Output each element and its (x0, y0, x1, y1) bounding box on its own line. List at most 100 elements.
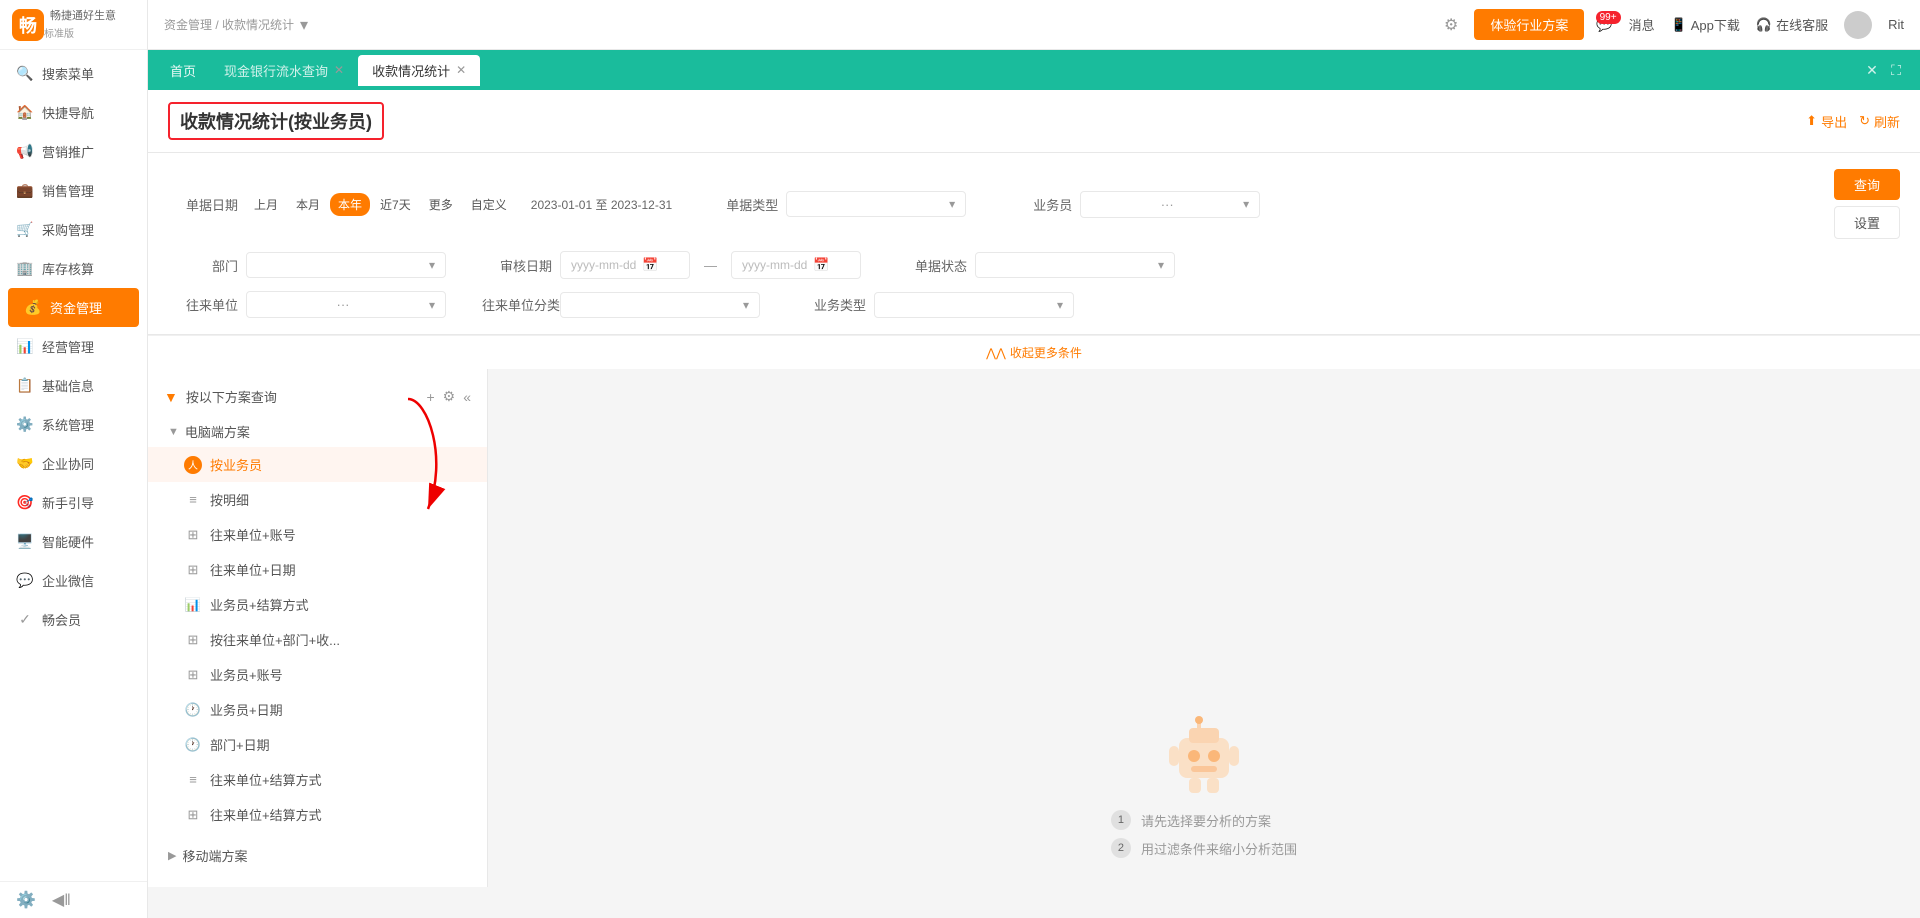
salesman-item-icon: 人 (184, 456, 202, 474)
department-dropdown[interactable]: ▾ (246, 252, 446, 278)
tree-item-customer-account[interactable]: ⊞ 往来单位+账号 (148, 517, 487, 552)
tree-item-by-detail[interactable]: ≡ 按明细 (148, 482, 487, 517)
customer-classify-dropdown[interactable]: ▾ (560, 292, 760, 318)
tab-home[interactable]: 首页 (156, 55, 210, 86)
panel-gear-icon[interactable]: ⚙ (443, 388, 456, 405)
export-button[interactable]: ⬆ 导出 (1806, 112, 1847, 131)
customer-account-icon: ⊞ (184, 526, 202, 544)
tree-item-salesman-date[interactable]: 🕐 业务员+日期 (148, 692, 487, 727)
logo-text: 畅捷通好生意 (50, 9, 116, 23)
home-icon: 🏠 (16, 104, 34, 122)
review-date-from[interactable]: yyyy-mm-dd 📅 (560, 251, 690, 279)
tree-item-by-salesman[interactable]: 人 按业务员 (148, 447, 487, 482)
panel-add-icon[interactable]: + (426, 389, 434, 405)
tree-group-pc-title[interactable]: ▼ 电脑端方案 (148, 416, 487, 447)
voucher-type-dropdown[interactable]: ▾ (786, 191, 966, 217)
voucher-type-arrow-icon: ▾ (949, 197, 955, 211)
nav-member[interactable]: ✓ 畅会员 (0, 600, 147, 639)
nav-sales[interactable]: 💼 销售管理 (0, 171, 147, 210)
tab2-close-icon[interactable]: ✕ (456, 63, 466, 77)
tab-bank-flow[interactable]: 现金银行流水查询 ✕ (210, 55, 358, 86)
date-tab-last-month[interactable]: 上月 (246, 193, 286, 216)
megaphone-icon: 📢 (16, 143, 34, 161)
dept-date-icon: 🕐 (184, 736, 202, 754)
filter-voucher-type: 单据类型 ▾ (708, 191, 966, 217)
tab1-close-icon[interactable]: ✕ (334, 63, 344, 77)
collapse-sidebar-icon[interactable]: ◀‖ (52, 890, 71, 910)
customer-date-icon: ⊞ (184, 561, 202, 579)
right-content: 1 请先选择要分析的方案 2 用过滤条件来缩小分析范围 (488, 369, 1920, 918)
tree-group-pc: ▼ 电脑端方案 人 按业务员 ≡ 按明细 (148, 412, 487, 836)
tree-group-mobile-title[interactable]: ▶ 移动端方案 (148, 840, 487, 871)
nav-guide[interactable]: 🎯 新手引导 (0, 483, 147, 522)
logo-icon: 畅 (12, 9, 44, 41)
enterprise-icon: 🤝 (16, 455, 34, 473)
nav-hardware[interactable]: 🖥️ 智能硬件 (0, 522, 147, 561)
user-avatar[interactable] (1844, 11, 1872, 39)
nav-enterprise[interactable]: 🤝 企业协同 (0, 444, 147, 483)
topbar-dropdown-icon[interactable]: ▾ (300, 15, 308, 35)
voucher-status-dropdown[interactable]: ▾ (975, 252, 1175, 278)
nav-purchase[interactable]: 🛒 采购管理 (0, 210, 147, 249)
wechat-icon: 💬 (16, 572, 34, 590)
panel-collapse-icon[interactable]: « (463, 389, 471, 405)
review-date-to[interactable]: yyyy-mm-dd 📅 (731, 251, 861, 279)
tree-item-dept-date[interactable]: 🕐 部门+日期 (148, 727, 487, 762)
refresh-button[interactable]: ↻ 刷新 (1859, 112, 1900, 131)
collapse-row[interactable]: ⋀⋀ 收起更多条件 (148, 335, 1920, 369)
salesman-dropdown[interactable]: ··· ▾ (1080, 191, 1260, 218)
voucher-status-label: 单据状态 (897, 256, 967, 275)
nav-system[interactable]: ⚙️ 系统管理 (0, 405, 147, 444)
review-date-to-text: yyyy-mm-dd (742, 258, 807, 272)
trial-button[interactable]: 体验行业方案 (1474, 9, 1584, 40)
mobile-expand-icon: ▶ (168, 849, 176, 862)
collapse-button[interactable]: ⋀⋀ 收起更多条件 (986, 344, 1082, 361)
left-panel: ▼ 按以下方案查询 + ⚙ « ▼ 电脑端方案 (148, 369, 488, 887)
app-download-link[interactable]: 📱 App下载 (1671, 15, 1740, 34)
salesman-more-icon[interactable]: ··· (1161, 197, 1174, 212)
notification-icon[interactable]: 💬 99+ (1596, 17, 1612, 33)
nav-quicknav[interactable]: 🏠 快捷导航 (0, 93, 147, 132)
panel-expand-icon[interactable]: ▼ (164, 389, 178, 405)
date-label: 单据日期 (168, 195, 238, 214)
customer-dept-icon: ⊞ (184, 631, 202, 649)
date-tab-7days[interactable]: 近7天 (372, 193, 419, 216)
business-type-arrow-icon: ▾ (1057, 298, 1063, 312)
customer-more-icon[interactable]: ··· (336, 297, 349, 312)
nav-inventory[interactable]: 🏢 库存核算 (0, 249, 147, 288)
date-tab-more[interactable]: 更多 (421, 193, 461, 216)
page-area: 收款情况统计(按业务员) ⬆ 导出 ↻ 刷新 (148, 90, 1920, 918)
tree-item-customer-settle1[interactable]: ≡ 往来单位+结算方式 (148, 762, 487, 797)
nav-wechat[interactable]: 💬 企业微信 (0, 561, 147, 600)
tab-receipt-stat[interactable]: 收款情况统计 ✕ (358, 55, 480, 86)
nav-basic[interactable]: 📋 基础信息 (0, 366, 147, 405)
filter-business-type: 业务类型 ▾ (796, 292, 1074, 318)
date-tab-custom[interactable]: 自定义 (463, 193, 515, 216)
query-button[interactable]: 查询 (1834, 169, 1900, 200)
tree-item-customer-date[interactable]: ⊞ 往来单位+日期 (148, 552, 487, 587)
customer-dropdown[interactable]: ··· ▾ (246, 291, 446, 318)
department-arrow-icon: ▾ (429, 258, 435, 272)
tree-item-customer-settle2[interactable]: ⊞ 往来单位+结算方式 (148, 797, 487, 832)
date-tab-this-month[interactable]: 本月 (288, 193, 328, 216)
tree-item-salesman-settlement[interactable]: 📊 业务员+结算方式 (148, 587, 487, 622)
online-service-link[interactable]: 🎧 在线客服 (1756, 15, 1828, 34)
close-window-icon[interactable]: ✕ (1864, 62, 1880, 78)
nav-finance[interactable]: 💰 资金管理 (8, 288, 139, 327)
date-tab-this-year[interactable]: 本年 (330, 193, 370, 216)
nav-search[interactable]: 🔍 搜索菜单 (0, 54, 147, 93)
maximize-window-icon[interactable]: ⛶ (1888, 62, 1904, 78)
topbar-gear-icon[interactable]: ⚙ (1444, 15, 1458, 35)
tree-item-customer-dept[interactable]: ⊞ 按往来单位+部门+收... (148, 622, 487, 657)
salesman-label: 业务员 (1002, 195, 1072, 214)
sidebar-nav: 🔍 搜索菜单 🏠 快捷导航 📢 营销推广 💼 销售管理 🛒 采购管理 🏢 (0, 50, 147, 881)
settings-button[interactable]: 设置 (1834, 206, 1900, 239)
basic-icon: 📋 (16, 377, 34, 395)
settings-bottom-icon[interactable]: ⚙️ (16, 890, 36, 910)
nav-marketing[interactable]: 📢 营销推广 (0, 132, 147, 171)
nav-operation[interactable]: 📊 经营管理 (0, 327, 147, 366)
tree-item-salesman-account[interactable]: ⊞ 业务员+账号 (148, 657, 487, 692)
filter-voucher-status: 单据状态 ▾ (897, 252, 1175, 278)
business-type-dropdown[interactable]: ▾ (874, 292, 1074, 318)
step-1-text: 请先选择要分析的方案 (1141, 811, 1271, 830)
